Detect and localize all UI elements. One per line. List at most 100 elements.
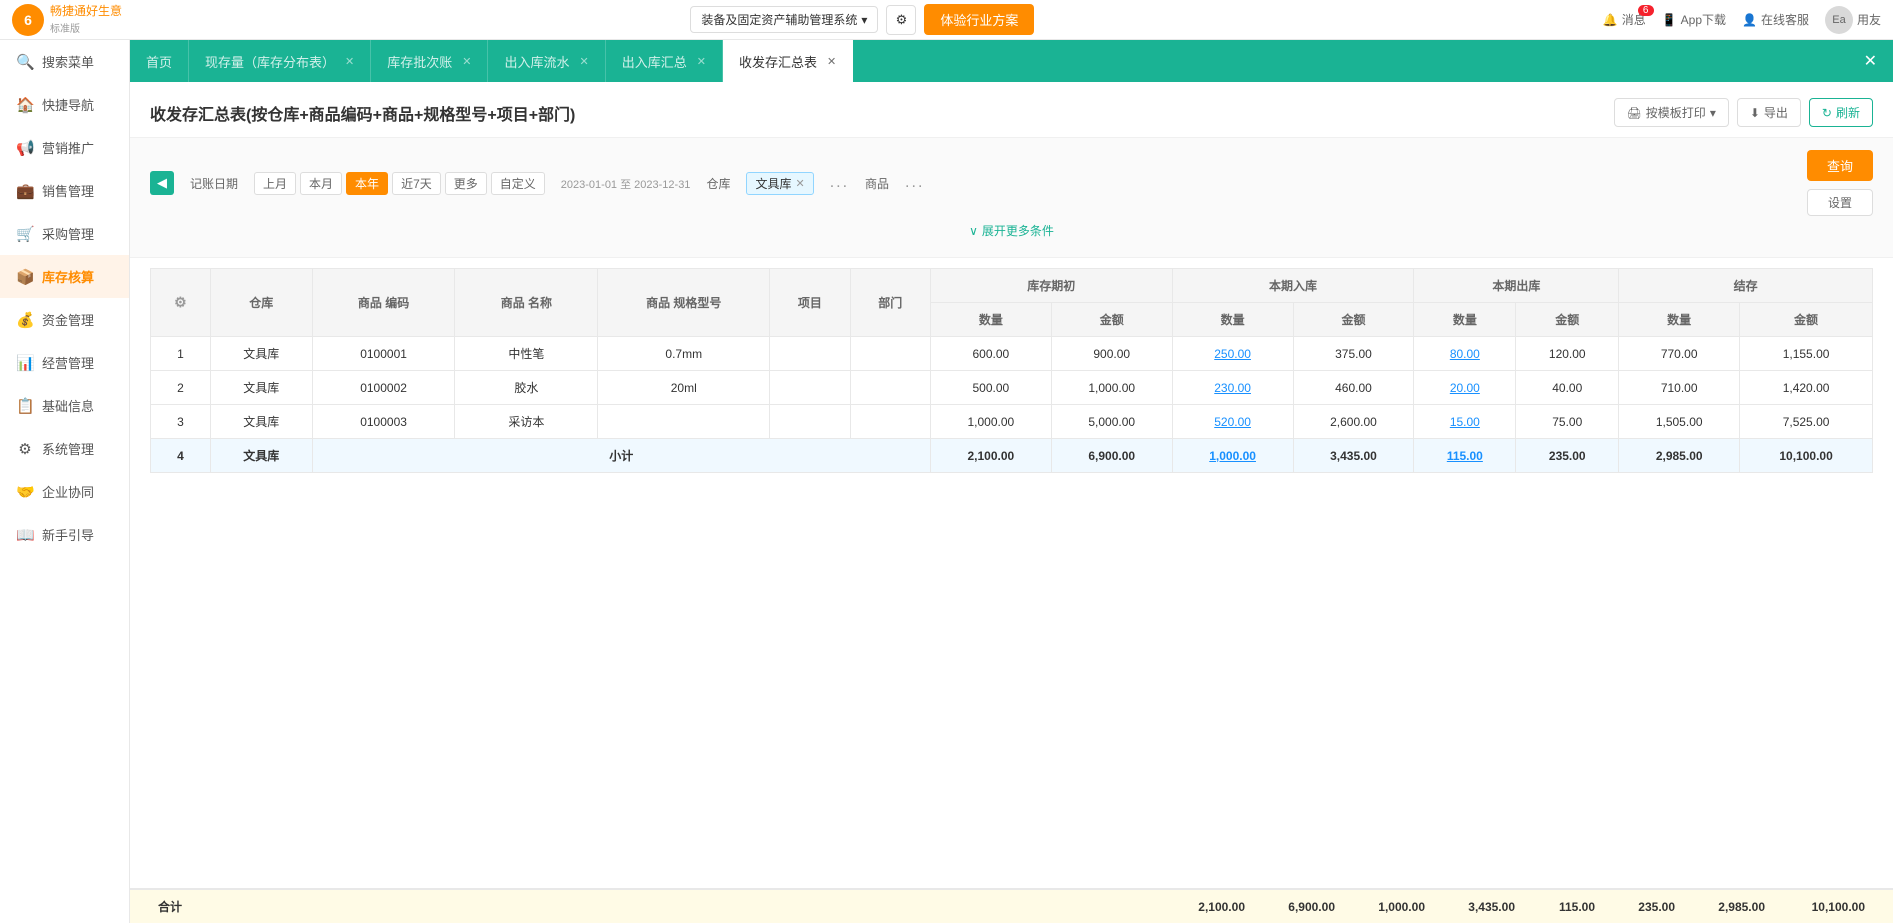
sidebar-item-guide[interactable]: 📖 新手引导 [0,513,129,556]
export-button[interactable]: ⬇ 导出 [1737,98,1801,127]
refresh-button[interactable]: ↻ 刷新 [1809,98,1873,127]
sidebar-item-operations[interactable]: 📊 经营管理 [0,341,129,384]
date-btn-custom[interactable]: 自定义 [491,172,545,195]
row-product-code: 0100003 [312,405,455,439]
table-container: ⚙ 仓库 商品 编码 商品 名称 商品 规格型号 项目 部门 库存期初 本期入库 [130,258,1893,493]
close-icon[interactable]: ✕ [345,55,354,68]
service-icon: 👤 [1742,13,1757,27]
row-opening-amt: 5,000.00 [1051,405,1172,439]
finance-icon: 💰 [16,311,34,329]
query-button[interactable]: 查询 [1807,150,1873,181]
current-in-header: 本期入库 [1172,269,1414,303]
row-project [770,371,850,405]
tab-inoutsummary[interactable]: 出入库汇总 ✕ [606,40,723,82]
app-download-item[interactable]: 📱 App下载 [1662,11,1726,28]
subtotal-label: 小计 [312,439,930,473]
row-product-spec: 0.7mm [598,337,770,371]
tab-home[interactable]: 首页 [130,40,189,82]
system-icon: ⚙ [16,440,34,458]
row-in-amt: 2,600.00 [1293,405,1414,439]
notification-badge: 6 [1638,5,1654,16]
row-out-amt: 40.00 [1516,371,1619,405]
row-in-amt: 375.00 [1293,337,1414,371]
date-btn-this-month[interactable]: 本月 [300,172,342,195]
opening-amt-header: 金额 [1051,303,1172,337]
sidebar-item-finance[interactable]: 💰 资金管理 [0,298,129,341]
sidebar-item-basic[interactable]: 📋 基础信息 [0,384,129,427]
user-item[interactable]: Ea 用友 [1825,6,1881,34]
row-no: 2 [151,371,211,405]
purchase-icon: 🛒 [16,225,34,243]
row-product-name: 采访本 [455,405,598,439]
basic-icon: 📋 [16,397,34,415]
operations-icon: 📊 [16,354,34,372]
sidebar-item-inventory[interactable]: 📦 库存核算 [0,255,129,298]
subtotal-out-qty: 115.00 [1414,439,1516,473]
gear-icon[interactable]: ⚙ [174,294,187,310]
sidebar-item-sales[interactable]: 💼 销售管理 [0,169,129,212]
row-balance-amt: 7,525.00 [1740,405,1873,439]
settings-button[interactable]: 设置 [1807,189,1873,216]
row-out-amt: 120.00 [1516,337,1619,371]
tab-bar-close-button[interactable]: ✕ [1848,51,1893,71]
in-qty-header: 数量 [1172,303,1293,337]
row-opening-amt: 900.00 [1051,337,1172,371]
opening-stock-header: 库存期初 [930,269,1172,303]
row-in-qty: 250.00 [1172,337,1293,371]
row-balance-amt: 1,420.00 [1740,371,1873,405]
subtotal-no: 4 [151,439,211,473]
enterprise-icon: 🤝 [16,483,34,501]
close-icon[interactable]: ✕ [580,55,589,68]
refresh-icon: ↻ [1822,106,1832,120]
row-opening-qty: 1,000.00 [930,405,1051,439]
row-in-qty: 230.00 [1172,371,1293,405]
tab-inoutflow[interactable]: 出入库流水 ✕ [488,40,605,82]
product-more-dots[interactable]: ... [905,174,924,192]
date-btn-7days[interactable]: 近7天 [392,172,441,195]
settings-button[interactable]: ⚙ [886,5,916,35]
close-icon[interactable]: ✕ [827,55,836,68]
tab-inventory[interactable]: 现存量（库存分布表） ✕ [189,40,371,82]
subtotal-warehouse: 文具库 [210,439,312,473]
date-btn-more[interactable]: 更多 [445,172,487,195]
table-footer: 合计 2,100.00 6,900.00 1,000.00 3,435.00 1… [130,888,1893,923]
date-btn-this-year[interactable]: 本年 [346,172,388,195]
print-button[interactable]: 🖨 按模板打印 ▾ [1614,98,1729,127]
row-out-amt: 75.00 [1516,405,1619,439]
online-service-item[interactable]: 👤 在线客服 [1742,11,1809,28]
notification-item[interactable]: 🔔 消息 6 [1603,11,1646,28]
sidebar-item-enterprise[interactable]: 🤝 企业协同 [0,470,129,513]
row-department [850,371,930,405]
filter-row: ◀ 记账日期 上月 本月 本年 近7天 更多 自定义 2023-01-01 [150,150,1873,216]
tab-receivesummary[interactable]: 收发存汇总表 ✕ [723,40,853,82]
warehouse-more-dots[interactable]: ... [830,174,849,192]
row-product-code: 0100002 [312,371,455,405]
sales-icon: 💼 [16,182,34,200]
table-row: 1 文具库 0100001 中性笔 0.7mm 600.00 900.00 25… [151,337,1873,371]
warehouse-label: 仓库 [706,175,730,192]
sidebar-item-purchase[interactable]: 🛒 采购管理 [0,212,129,255]
close-icon[interactable]: ✕ [462,55,471,68]
collapse-button[interactable]: ◀ [150,171,174,195]
row-balance-qty: 710.00 [1619,371,1740,405]
current-out-header: 本期出库 [1414,269,1619,303]
online-service-label: 在线客服 [1761,11,1809,28]
sidebar-item-label: 库存核算 [42,267,94,286]
sidebar-item-system[interactable]: ⚙ 系统管理 [0,427,129,470]
system-selector[interactable]: 装备及固定资产辅助管理系统 ▾ [690,6,878,33]
sidebar-item-marketing[interactable]: 📢 营销推广 [0,126,129,169]
try-button[interactable]: 体验行业方案 [924,4,1034,35]
sidebar-item-search[interactable]: 🔍 搜索菜单 [0,40,129,83]
sidebar-item-quicknav[interactable]: 🏠 快捷导航 [0,83,129,126]
expand-button[interactable]: ∨ 展开更多条件 [969,222,1054,239]
chevron-down-icon: ▾ [861,13,867,27]
date-btn-last-month[interactable]: 上月 [254,172,296,195]
app-layout: 6 畅捷通好生意 标准版 装备及固定资产辅助管理系统 ▾ ⚙ 体验行业方案 🔔 … [0,0,1893,923]
sidebar-item-label: 企业协同 [42,482,94,501]
tab-batch[interactable]: 库存批次账 ✕ [371,40,488,82]
close-icon[interactable]: ✕ [697,55,706,68]
row-balance-qty: 1,505.00 [1619,405,1740,439]
print-icon: 🖨 [1627,106,1642,120]
warehouse-tag-close[interactable]: ✕ [795,177,804,190]
footer-out-qty: 115.00 [1523,900,1603,914]
